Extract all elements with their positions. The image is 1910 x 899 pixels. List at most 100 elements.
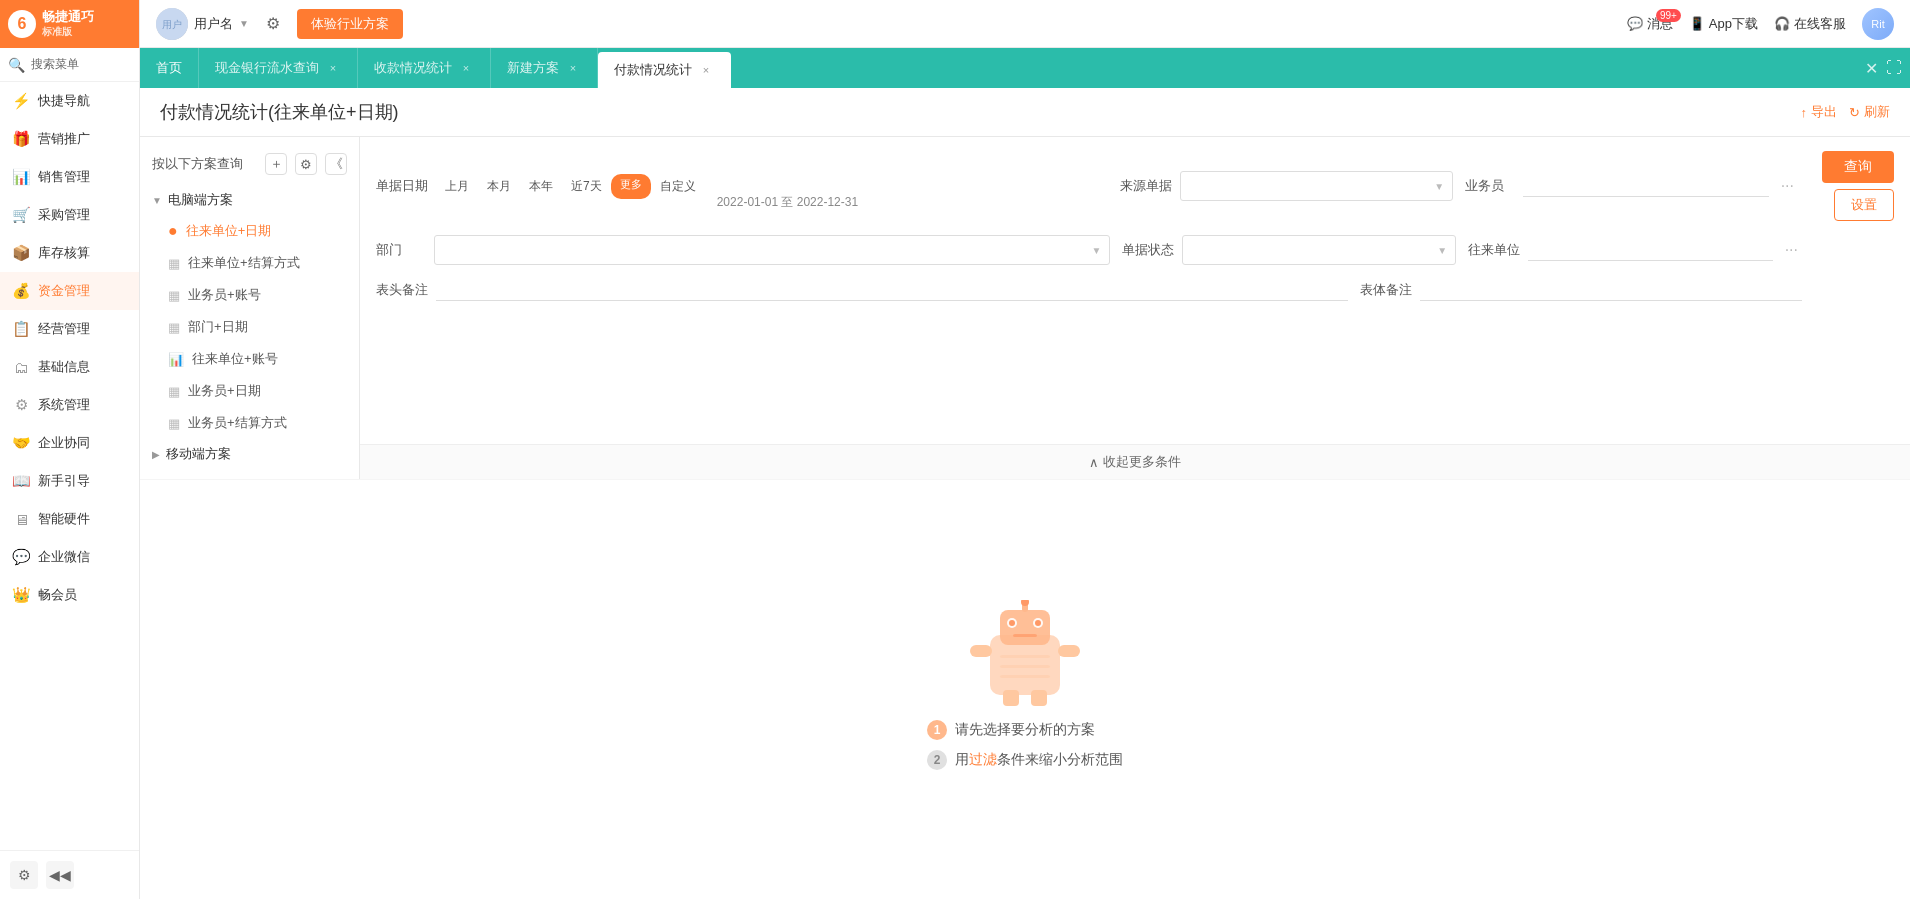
filter-settings-btn[interactable]: 设置 <box>1834 189 1894 221</box>
service-btn[interactable]: 🎧 在线客服 <box>1774 15 1846 33</box>
empty-state: 1 请先选择要分析的方案 2 用过滤条件来缩小分析范围 <box>140 480 1910 899</box>
svg-rect-10 <box>1013 634 1037 637</box>
staff-input[interactable] <box>1523 175 1769 194</box>
search-label: 搜索菜单 <box>31 56 79 73</box>
scheme-add-btn[interactable]: ＋ <box>265 153 287 175</box>
export-btn[interactable]: ↑ 导出 <box>1801 103 1838 121</box>
filter-row-1: 单据日期 上月 本月 本年 近7天 更多 自定义 2 <box>376 151 1894 221</box>
last-7days-btn[interactable]: 近7天 <box>562 174 611 199</box>
sidebar-item-purchase[interactable]: 🛒 采购管理 <box>0 196 139 234</box>
custom-date-btn[interactable]: 自定义 <box>651 174 705 199</box>
scheme-item-staff-settle[interactable]: ▦ 业务员+结算方式 <box>140 407 359 439</box>
trial-btn[interactable]: 体验行业方案 <box>297 9 403 39</box>
sidebar-item-enterprise[interactable]: 🤝 企业协同 <box>0 424 139 462</box>
header-note-input[interactable] <box>436 279 1348 298</box>
sidebar-item-hardware[interactable]: 🖥 智能硬件 <box>0 500 139 538</box>
tab-payment-stat[interactable]: 收款情况统计 × <box>358 48 491 88</box>
scheme-table-icon-1: ▦ <box>168 256 180 271</box>
tab-bank-flow[interactable]: 现金银行流水查询 × <box>199 48 358 88</box>
content-area: 付款情况统计(往来单位+日期) ↑ 导出 ↻ 刷新 按以下方案查询 ＋ <box>140 88 1910 899</box>
sidebar-item-quick-nav[interactable]: ⚡ 快捷导航 <box>0 82 139 120</box>
tab-payment-stat-close[interactable]: × <box>458 60 474 76</box>
sidebar-item-basic-info[interactable]: 🗂 基础信息 <box>0 348 139 386</box>
scheme-item-unit-settle[interactable]: ▦ 往来单位+结算方式 <box>140 247 359 279</box>
scheme-item-dept-date[interactable]: ▦ 部门+日期 <box>140 311 359 343</box>
scheme-item-unit-settle-label: 往来单位+结算方式 <box>188 254 300 272</box>
scheme-item-staff-account[interactable]: ▦ 业务员+账号 <box>140 279 359 311</box>
staff-field-label: 业务员 <box>1465 177 1515 195</box>
tab-home[interactable]: 首页 <box>140 48 199 88</box>
tab-payment-detail-close[interactable]: × <box>698 62 714 78</box>
header-note-input-wrap <box>436 279 1348 301</box>
partner-more-icon[interactable]: ··· <box>1781 241 1802 259</box>
svg-text:用户: 用户 <box>162 19 182 30</box>
sidebar-item-weixin[interactable]: 💬 企业微信 <box>0 538 139 576</box>
this-month-btn[interactable]: 本月 <box>478 174 520 199</box>
filter-panel: 按以下方案查询 ＋ ⚙ 《 ▼ 电脑端方案 ● 往来单位+日期 <box>140 137 1910 479</box>
topbar-gear-icon[interactable]: ⚙ <box>259 10 287 38</box>
body-note-field-group: 表体备注 <box>1360 279 1802 301</box>
sidebar-search[interactable]: 🔍 搜索菜单 <box>0 48 139 82</box>
scheme-item-staff-date[interactable]: ▦ 业务员+日期 <box>140 375 359 407</box>
tab-bank-flow-close[interactable]: × <box>325 60 341 76</box>
filter-fields-area: 单据日期 上月 本月 本年 近7天 更多 自定义 2 <box>360 137 1910 479</box>
tab-close-all-icon[interactable]: ✕ <box>1865 59 1878 78</box>
notice-btn[interactable]: 💬 消息 99+ <box>1627 15 1673 33</box>
scheme-settings-btn[interactable]: ⚙ <box>295 153 317 175</box>
partner-input[interactable] <box>1528 239 1772 258</box>
scheme-collapse-btn[interactable]: 《 <box>325 153 347 175</box>
tab-new-plan[interactable]: 新建方案 × <box>491 48 598 88</box>
refresh-btn[interactable]: ↻ 刷新 <box>1849 103 1890 121</box>
tab-expand-icon[interactable]: ⛶ <box>1886 59 1902 77</box>
sidebar-item-finance[interactable]: 💰 资金管理 <box>0 272 139 310</box>
dept-select[interactable]: ▼ <box>434 235 1110 265</box>
scheme-item-staff-account-label: 业务员+账号 <box>188 286 261 304</box>
settings-footer-btn[interactable]: ⚙ <box>10 861 38 889</box>
scheme-item-dept-date-label: 部门+日期 <box>188 318 248 336</box>
tip-highlight: 过滤 <box>969 751 997 767</box>
operations-icon: 📋 <box>12 320 30 338</box>
user-avatar-top[interactable]: Rit <box>1862 8 1894 40</box>
sidebar-item-member[interactable]: 👑 畅会员 <box>0 576 139 614</box>
scheme-group-desktop[interactable]: ▼ 电脑端方案 <box>140 185 359 215</box>
source-chevron-icon: ▼ <box>1434 181 1444 192</box>
sidebar-item-inventory[interactable]: 📦 库存核算 <box>0 234 139 272</box>
tab-new-plan-close[interactable]: × <box>565 60 581 76</box>
collapse-sidebar-btn[interactable]: ◀◀ <box>46 861 74 889</box>
app-download-btn[interactable]: 📱 App下载 <box>1689 15 1758 33</box>
sidebar-item-system[interactable]: ⚙ 系统管理 <box>0 386 139 424</box>
app-label: App下载 <box>1709 15 1758 33</box>
app-icon: 📱 <box>1689 16 1705 31</box>
sidebar-item-operations[interactable]: 📋 经营管理 <box>0 310 139 348</box>
purchase-icon: 🛒 <box>12 206 30 224</box>
sidebar-item-marketing[interactable]: 🎁 营销推广 <box>0 120 139 158</box>
tab-payment-detail-label: 付款情况统计 <box>614 61 692 79</box>
sidebar-item-sales[interactable]: 📊 销售管理 <box>0 158 139 196</box>
scheme-item-unit-date[interactable]: ● 往来单位+日期 <box>140 215 359 247</box>
more-date-btn[interactable]: 更多 <box>611 174 651 199</box>
doc-status-field-group: 单据状态 ▼ <box>1122 235 1456 265</box>
doc-status-select[interactable]: ▼ <box>1182 235 1456 265</box>
tab-payment-detail[interactable]: 付款情况统计 × <box>598 52 731 88</box>
tabbar-actions: ✕ ⛶ <box>1857 48 1910 88</box>
filter-row-2: 部门 ▼ 单据状态 ▼ <box>376 235 1894 265</box>
source-select[interactable]: ▼ <box>1180 171 1453 201</box>
query-btn[interactable]: 查询 <box>1822 151 1894 183</box>
scheme-table-icon-4: ▦ <box>168 384 180 399</box>
last-month-btn[interactable]: 上月 <box>436 174 478 199</box>
finance-label: 资金管理 <box>38 282 90 300</box>
export-icon: ↑ <box>1801 105 1808 120</box>
body-note-input[interactable] <box>1420 279 1802 298</box>
svg-rect-17 <box>1000 675 1050 678</box>
collapse-more-btn[interactable]: ∧ 收起更多条件 <box>360 444 1910 479</box>
sidebar-item-guide[interactable]: 📖 新手引导 <box>0 462 139 500</box>
guide-icon: 📖 <box>12 472 30 490</box>
user-area[interactable]: 用户 用户名 ▼ <box>156 8 249 40</box>
robot-illustration <box>965 600 1085 710</box>
staff-more-icon[interactable]: ··· <box>1777 177 1798 195</box>
this-year-btn[interactable]: 本年 <box>520 174 562 199</box>
group-arrow-icon: ▼ <box>152 195 162 206</box>
scheme-item-unit-account[interactable]: 📊 往来单位+账号 <box>140 343 359 375</box>
scheme-group-mobile[interactable]: ▶ 移动端方案 <box>140 439 359 469</box>
logo-icon: 6 <box>8 10 36 38</box>
